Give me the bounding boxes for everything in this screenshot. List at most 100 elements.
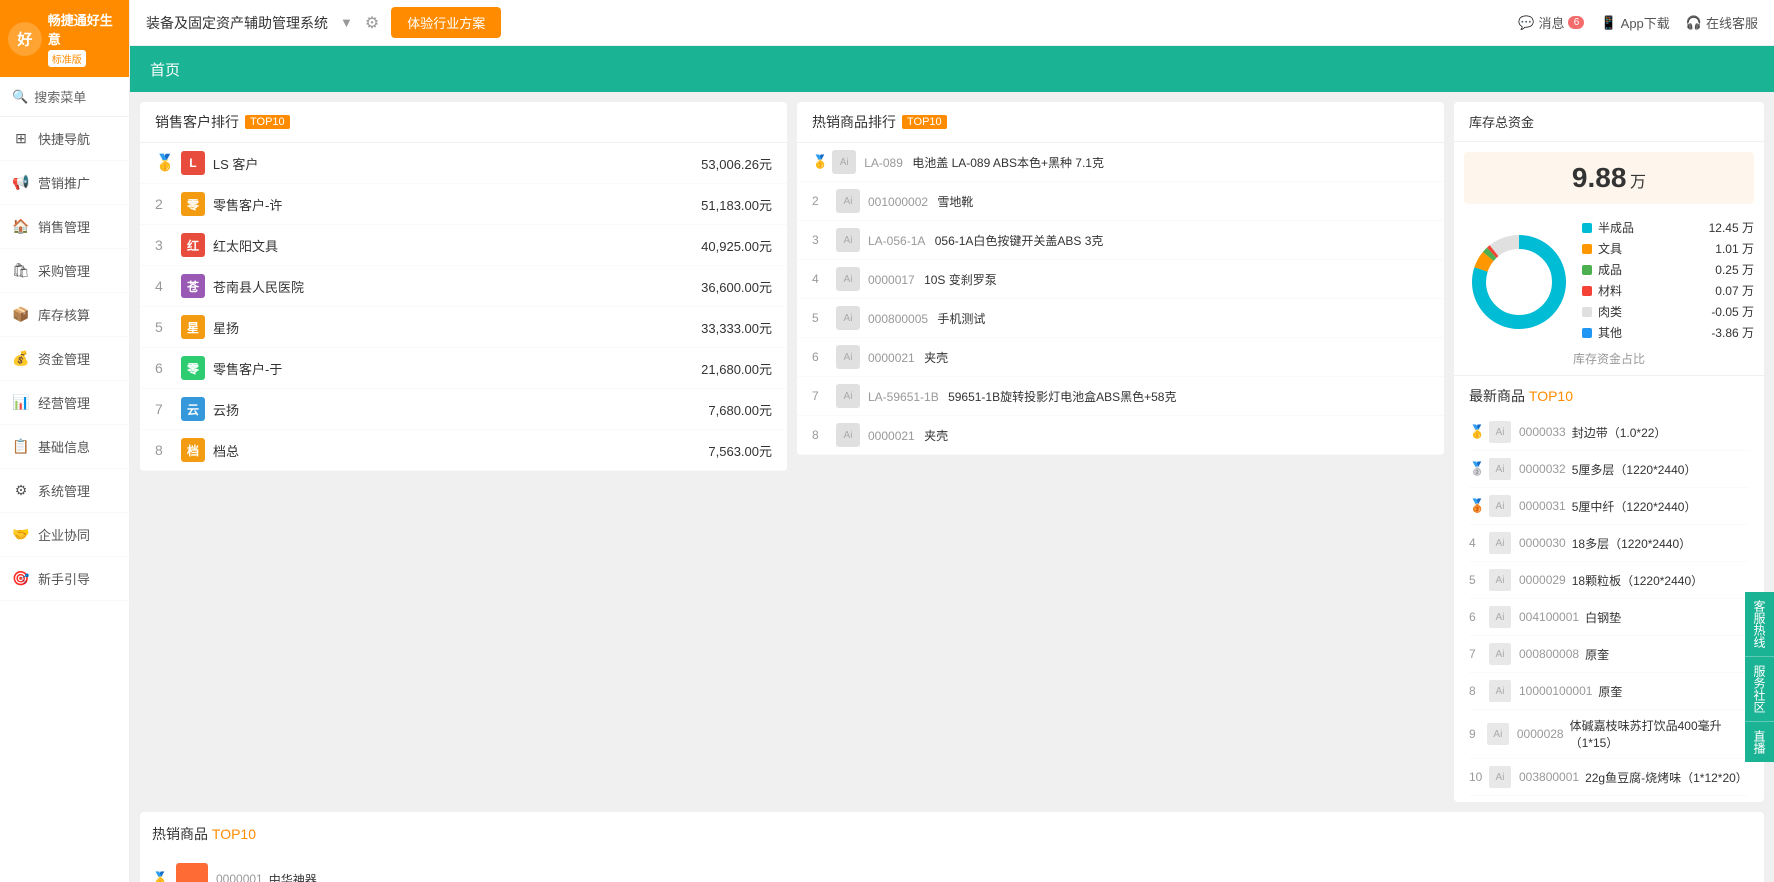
sidebar-item-marketing[interactable]: 📢 营销推广 <box>0 161 129 205</box>
legend-dot <box>1582 286 1592 296</box>
product-code: LA-056-1A <box>868 234 925 248</box>
newest-image: Ai <box>1489 495 1511 517</box>
topbar: 装备及固定资产辅助管理系统 ▼ ⚙ 体验行业方案 💬 消息 6 📱 App下载 … <box>130 0 1774 46</box>
messages-button[interactable]: 💬 消息 6 <box>1518 13 1584 32</box>
product-rank-title: 热销商品排行 <box>812 112 896 132</box>
client-amount: 53,006.26元 <box>701 154 772 173</box>
sidebar-item-purchase[interactable]: 🛍 采购管理 <box>0 249 129 293</box>
legend-item: 肉类 -0.05 万 <box>1582 303 1754 320</box>
sidebar-item-quick-nav[interactable]: ⊞ 快捷导航 <box>0 117 129 161</box>
hot-item: 🥇 0000001 中华神器 <box>152 856 1752 882</box>
messages-label: 消息 <box>1538 13 1564 32</box>
newest-item: 6 Ai 004100001 白钢垫 <box>1469 599 1749 636</box>
legend-value: 0.25 万 <box>1715 261 1754 278</box>
product-info: 0000021 夹壳 <box>868 349 1429 366</box>
purchase-icon: 🛍 <box>12 262 30 280</box>
newest-name: 5厘中纤（1220*2440） <box>1572 498 1697 515</box>
rank-number: 7 <box>1469 647 1489 661</box>
sidebar-item-operation[interactable]: 📊 经营管理 <box>0 381 129 425</box>
newest-name: 原奎 <box>1598 683 1622 700</box>
inventory-total-row: 9.88 万 <box>1474 162 1744 194</box>
headset-icon: 🎧 <box>1686 15 1702 31</box>
product-name: 59651-1B旋转投影灯电池盒ABS黑色+58克 <box>948 390 1176 404</box>
legend-dot <box>1582 328 1592 338</box>
newest-code: 10000100001 <box>1519 684 1592 698</box>
app-logo: 好 畅捷通好生意 标准版 <box>0 0 129 77</box>
quick-nav-icon: ⊞ <box>12 130 30 148</box>
sidebar-item-system[interactable]: ⚙ 系统管理 <box>0 469 129 513</box>
product-rank-header: 热销商品排行 TOP10 <box>797 102 1444 143</box>
legend-value: 0.07 万 <box>1715 282 1754 299</box>
sidebar-item-sales[interactable]: 🏠 销售管理 <box>0 205 129 249</box>
client-avatar: 云 <box>181 397 205 421</box>
gear-icon[interactable]: ⚙ <box>365 13 379 33</box>
newest-image: Ai <box>1489 680 1511 702</box>
product-info: 001000002 雪地靴 <box>868 193 1429 210</box>
app-download-label: App下载 <box>1621 13 1670 32</box>
client-rank-item: 5 星 星扬 33,333.00元 <box>140 307 787 348</box>
hot-products-panel: 热销商品 TOP10 🥇 0000001 中华神器 🥈 00050 <box>140 812 1764 882</box>
legend-dot <box>1582 307 1592 317</box>
sidebar-item-guide[interactable]: 🎯 新手引导 <box>0 557 129 601</box>
inventory-total-card: 9.88 万 <box>1464 152 1754 204</box>
client-rank-list: 🥇 L LS 客户 53,006.26元 2 零 零售客户-许 51,183.0… <box>140 143 787 471</box>
product-image: Ai <box>836 189 860 213</box>
product-image: Ai <box>836 228 860 252</box>
rank-number: 2 <box>812 194 832 208</box>
live-stream[interactable]: 直播 <box>1745 722 1774 762</box>
sidebar-item-finance[interactable]: 💰 资金管理 <box>0 337 129 381</box>
dropdown-icon[interactable]: ▼ <box>340 15 353 30</box>
inventory-panel: 库存总资金 9.88 万 <box>1454 102 1764 802</box>
legend-dot <box>1582 265 1592 275</box>
rank-number: 5 <box>1469 573 1489 587</box>
sidebar-label-quick-nav: 快捷导航 <box>38 129 90 148</box>
inventory-icon: 📦 <box>12 306 30 324</box>
legend-item: 材料 0.07 万 <box>1582 282 1754 299</box>
sidebar-label-purchase: 采购管理 <box>38 261 90 280</box>
rank-number: 8 <box>1469 684 1489 698</box>
client-name: 红太阳文具 <box>213 236 701 255</box>
search-menu-label: 搜索菜单 <box>34 87 86 106</box>
silver-medal-icon: 🥈 <box>1469 461 1489 477</box>
legend-item: 其他 -3.86 万 <box>1582 324 1754 341</box>
customer-service-hotline[interactable]: 客服热线 <box>1745 592 1774 657</box>
client-amount: 33,333.00元 <box>701 318 772 337</box>
service-community[interactable]: 服务社区 <box>1745 657 1774 722</box>
product-name: 10S 变刹罗泵 <box>924 273 997 287</box>
trial-button[interactable]: 体验行业方案 <box>391 7 501 38</box>
product-code: LA-59651-1B <box>868 390 939 404</box>
sidebar-item-enterprise[interactable]: 🤝 企业协同 <box>0 513 129 557</box>
client-rank-title: 销售客户排行 <box>155 112 239 132</box>
product-code: 0000021 <box>868 351 915 365</box>
rank-number: 5 <box>812 311 832 325</box>
search-menu[interactable]: 🔍 搜索菜单 <box>0 77 129 117</box>
product-rank-item: 2 Ai 001000002 雪地靴 <box>797 182 1444 221</box>
sidebar-item-inventory[interactable]: 📦 库存核算 <box>0 293 129 337</box>
sidebar-item-basic-info[interactable]: 📋 基础信息 <box>0 425 129 469</box>
product-rank-list: 🥇 Ai LA-089 电池盖 LA-089 ABS本色+黑种 7.1克 2 A… <box>797 143 1444 455</box>
donut-svg <box>1464 227 1574 337</box>
newest-name: 体碱嘉枝味苏打饮品400毫升（1*15） <box>1570 717 1749 751</box>
client-avatar: L <box>181 151 205 175</box>
newest-item: 🥉 Ai 0000031 5厘中纤（1220*2440） <box>1469 488 1749 525</box>
newest-item: 10 Ai 003800001 22g鱼豆腐-烧烤味（1*12*20） <box>1469 759 1749 796</box>
app-download-button[interactable]: 📱 App下载 <box>1600 13 1669 32</box>
online-support-button[interactable]: 🎧 在线客服 <box>1686 13 1758 32</box>
newest-name: 18颗粒板（1220*2440） <box>1572 572 1703 589</box>
newest-name: 18多层（1220*2440） <box>1572 535 1691 552</box>
product-name: 夹壳 <box>924 351 948 365</box>
client-amount: 36,600.00元 <box>701 277 772 296</box>
rank-number: 3 <box>812 233 832 247</box>
mobile-icon: 📱 <box>1600 15 1616 31</box>
newest-image: Ai <box>1489 569 1511 591</box>
app-badge: 标准版 <box>48 50 86 67</box>
legend-value: 1.01 万 <box>1715 240 1754 257</box>
legend-item: 文具 1.01 万 <box>1582 240 1754 257</box>
product-name: 056-1A白色按键开关盖ABS 3克 <box>935 234 1104 248</box>
client-rank-item: 3 红 红太阳文具 40,925.00元 <box>140 225 787 266</box>
client-amount: 7,680.00元 <box>708 400 772 419</box>
page-header: 首页 <box>130 46 1774 92</box>
search-icon: 🔍 <box>12 89 28 105</box>
hot-products-title: 热销商品 TOP10 <box>152 824 1752 844</box>
client-avatar: 红 <box>181 233 205 257</box>
